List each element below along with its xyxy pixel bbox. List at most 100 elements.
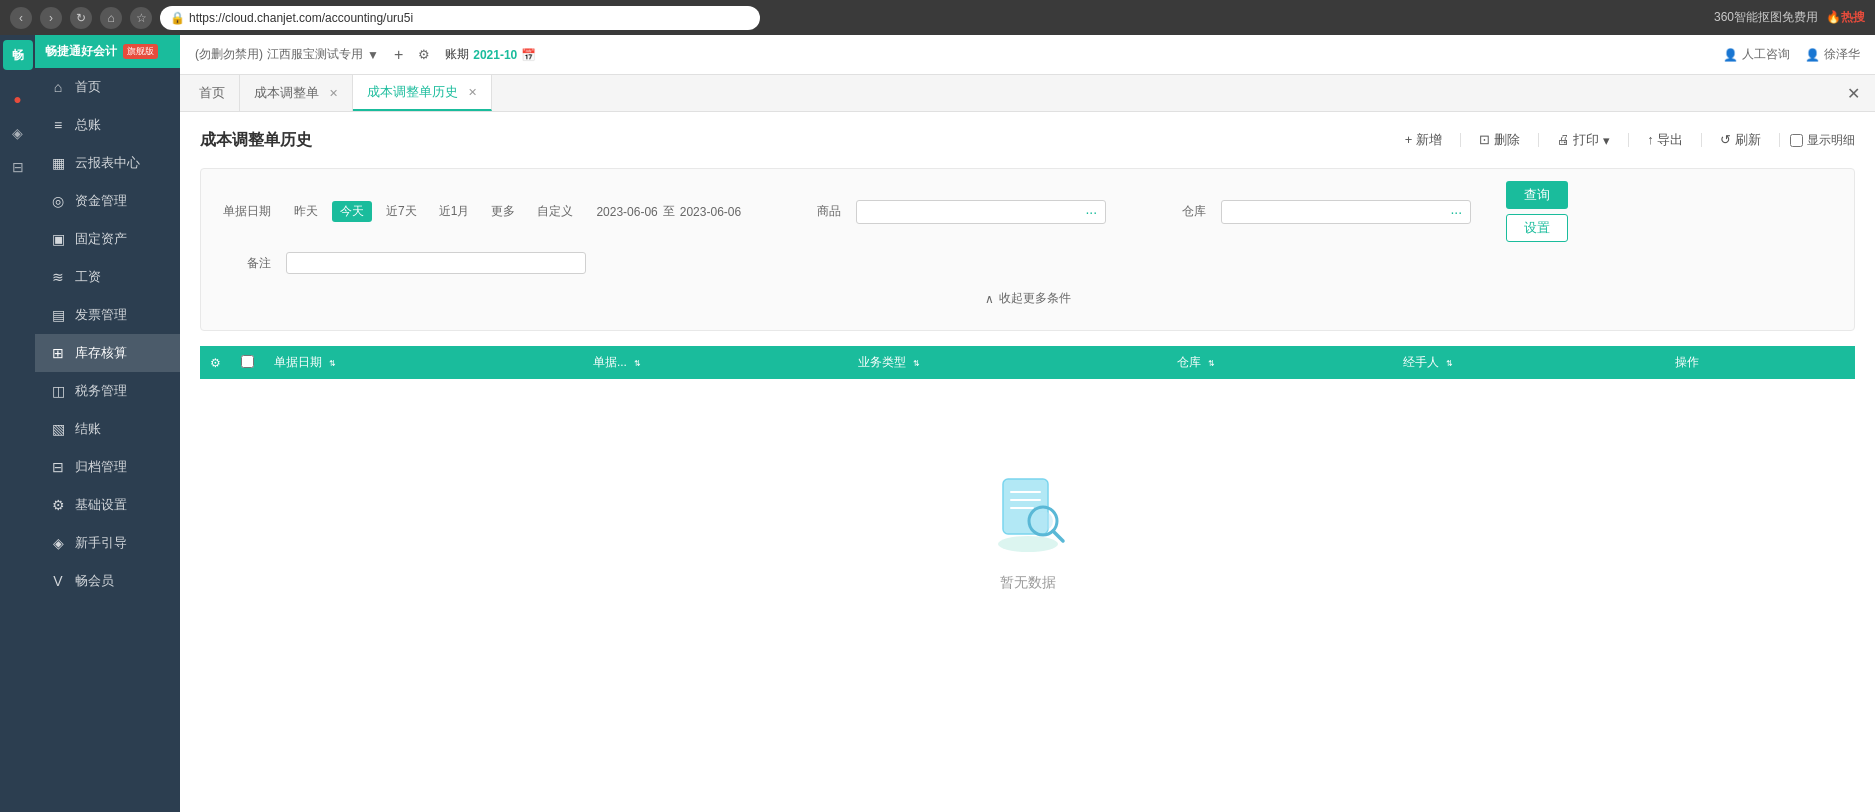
nav-icon-invoice: ▤ — [49, 307, 67, 323]
back-button[interactable]: ‹ — [10, 7, 32, 29]
tab-cost-adjust-history-close[interactable]: ✕ — [468, 86, 477, 99]
add-tab-btn[interactable]: + — [394, 46, 403, 64]
sidebar-item-ledger[interactable]: ≡总账 — [35, 106, 180, 144]
warehouse-filter-label: 仓库 — [1151, 203, 1206, 220]
col-date-sort[interactable]: ⇅ — [329, 360, 336, 368]
refresh-btn[interactable]: ↺ 刷新 — [1712, 127, 1769, 153]
show-col-toggle[interactable]: 显示明细 — [1790, 132, 1855, 149]
version-badge: 旗舰版 — [123, 44, 158, 59]
filter-row-date: 单据日期 昨天 今天 近7天 近1月 更多 自定义 2023-06-06 至 2… — [216, 181, 1839, 242]
table-header-row: ⚙ 单据日期 ⇅ 单据... ⇅ — [200, 346, 1855, 379]
tab-home-label: 首页 — [199, 84, 225, 102]
7days-btn[interactable]: 近7天 — [378, 201, 425, 222]
company-selector[interactable]: (勿删勿禁用) 江西服宝测试专用 ▼ — [195, 46, 379, 63]
tab-cost-adjust-close[interactable]: ✕ — [329, 87, 338, 100]
date-from: 2023-06-06 — [596, 205, 657, 219]
collapse-icon: ∧ — [985, 292, 994, 306]
nav-label-member: 畅会员 — [75, 572, 114, 590]
sidebar-item-account[interactable]: ▧结账 — [35, 410, 180, 448]
col-settings-icon[interactable]: ⚙ — [210, 356, 221, 370]
sidebar-item-report[interactable]: ▦云报表中心 — [35, 144, 180, 182]
period-label: 账期 — [445, 46, 469, 63]
new-btn[interactable]: + 新增 — [1397, 127, 1450, 153]
nav-icon-home: ⌂ — [49, 79, 67, 95]
nav-icon-ledger: ≡ — [49, 117, 67, 133]
col-biztype-sort[interactable]: ⇅ — [913, 360, 920, 368]
refresh-btn-label: ↺ 刷新 — [1720, 131, 1761, 149]
1month-btn[interactable]: 近1月 — [431, 201, 478, 222]
nav-label-account: 结账 — [75, 420, 101, 438]
app-header-right: 👤 人工咨询 👤 徐泽华 — [1723, 46, 1860, 63]
user-profile[interactable]: 👤 徐泽华 — [1805, 46, 1860, 63]
sidebar-item-settings[interactable]: ⚙基础设置 — [35, 486, 180, 524]
address-bar[interactable]: 🔒 https://cloud.chanjet.com/accounting/u… — [160, 6, 760, 30]
sidebar-item-tax[interactable]: ◫税务管理 — [35, 372, 180, 410]
warehouse-selector[interactable]: ··· — [1221, 200, 1471, 224]
col-number-header[interactable]: 单据... ⇅ — [583, 346, 848, 379]
tab-cost-adjust[interactable]: 成本调整单 ✕ — [240, 75, 353, 111]
sidebar-item-archive[interactable]: ⊟归档管理 — [35, 448, 180, 486]
brand-icon: 畅 — [12, 47, 24, 64]
col-number-sort[interactable]: ⇅ — [634, 360, 641, 368]
goods-more-icon[interactable]: ··· — [1085, 204, 1097, 220]
col-warehouse-sort[interactable]: ⇅ — [1208, 360, 1215, 368]
collapse-btn[interactable]: ∧ 收起更多条件 — [979, 284, 1077, 313]
more-btn[interactable]: 更多 — [483, 201, 523, 222]
icon-sidebar-tool2[interactable]: ⊟ — [3, 152, 33, 182]
url-text: https://cloud.chanjet.com/accounting/uru… — [189, 11, 413, 25]
col-handler-sort[interactable]: ⇅ — [1446, 360, 1453, 368]
table-body: 暂无数据 — [200, 379, 1855, 672]
print-btn[interactable]: 🖨 打印 ▾ — [1549, 127, 1619, 153]
sidebar-item-invoice[interactable]: ▤发票管理 — [35, 296, 180, 334]
reload-button[interactable]: ↻ — [70, 7, 92, 29]
delete-btn[interactable]: ⊡ 删除 — [1471, 127, 1528, 153]
sidebar-item-home[interactable]: ⌂首页 — [35, 68, 180, 106]
app-container: 畅 ● ◈ ⊟ 畅捷通好会计 旗舰版 ⌂首页≡总账▦云报表中心◎资金管理▣固定资… — [0, 35, 1875, 812]
goods-selector[interactable]: ··· — [856, 200, 1106, 224]
service-btn[interactable]: 👤 人工咨询 — [1723, 46, 1790, 63]
logo-text: 畅捷通好会计 — [45, 43, 117, 60]
remark-input[interactable] — [286, 252, 586, 274]
sidebar-item-member[interactable]: V畅会员 — [35, 562, 180, 600]
today-btn[interactable]: 今天 — [332, 201, 372, 222]
home-button[interactable]: ⌂ — [100, 7, 122, 29]
col-settings-header[interactable]: ⚙ — [200, 346, 231, 379]
svg-point-0 — [998, 536, 1058, 552]
forward-button[interactable]: › — [40, 7, 62, 29]
tab-home[interactable]: 首页 — [185, 75, 240, 111]
query-button[interactable]: 查询 — [1506, 181, 1568, 209]
icon-sidebar-tool1[interactable]: ◈ — [3, 118, 33, 148]
print-dropdown-icon: ▾ — [1603, 133, 1610, 148]
export-btn-label: ↑ 导出 — [1647, 131, 1683, 149]
svg-line-8 — [1053, 531, 1063, 541]
sidebar-item-asset[interactable]: ▣固定资产 — [35, 220, 180, 258]
date-separator: 至 — [663, 203, 675, 220]
col-date-header[interactable]: 单据日期 ⇅ — [264, 346, 583, 379]
nav-label-asset: 固定资产 — [75, 230, 127, 248]
icon-sidebar-weibo[interactable]: ● — [3, 84, 33, 114]
warehouse-more-icon[interactable]: ··· — [1450, 204, 1462, 220]
sidebar-item-fund[interactable]: ◎资金管理 — [35, 182, 180, 220]
col-warehouse-header[interactable]: 仓库 ⇅ — [1167, 346, 1393, 379]
date-to: 2023-06-06 — [680, 205, 741, 219]
tab-cost-adjust-history[interactable]: 成本调整单历史 ✕ — [353, 75, 492, 111]
show-col-checkbox-input[interactable] — [1790, 134, 1803, 147]
col-biztype-header[interactable]: 业务类型 ⇅ — [848, 346, 1167, 379]
col-handler-header[interactable]: 经手人 ⇅ — [1393, 346, 1665, 379]
bookmark-button[interactable]: ☆ — [130, 7, 152, 29]
custom-btn[interactable]: 自定义 — [529, 201, 581, 222]
yesterday-btn[interactable]: 昨天 — [286, 201, 326, 222]
header-settings-icon[interactable]: ⚙ — [418, 47, 430, 62]
sidebar-item-salary[interactable]: ≋工资 — [35, 258, 180, 296]
lock-icon: 🔒 — [170, 11, 185, 25]
select-all-checkbox[interactable] — [241, 355, 254, 368]
calendar-icon[interactable]: 📅 — [521, 48, 536, 62]
sidebar-item-inventory[interactable]: ⊞库存核算 — [35, 334, 180, 372]
set-button[interactable]: 设置 — [1506, 214, 1568, 242]
nav-sidebar-header: 畅捷通好会计 旗舰版 — [35, 35, 180, 68]
page-title: 成本调整单历史 — [200, 130, 312, 151]
close-all-tabs-btn[interactable]: ✕ — [1847, 84, 1860, 103]
sidebar-item-guide[interactable]: ◈新手引导 — [35, 524, 180, 562]
export-btn[interactable]: ↑ 导出 — [1639, 127, 1691, 153]
col-checkbox-header[interactable] — [231, 346, 264, 379]
